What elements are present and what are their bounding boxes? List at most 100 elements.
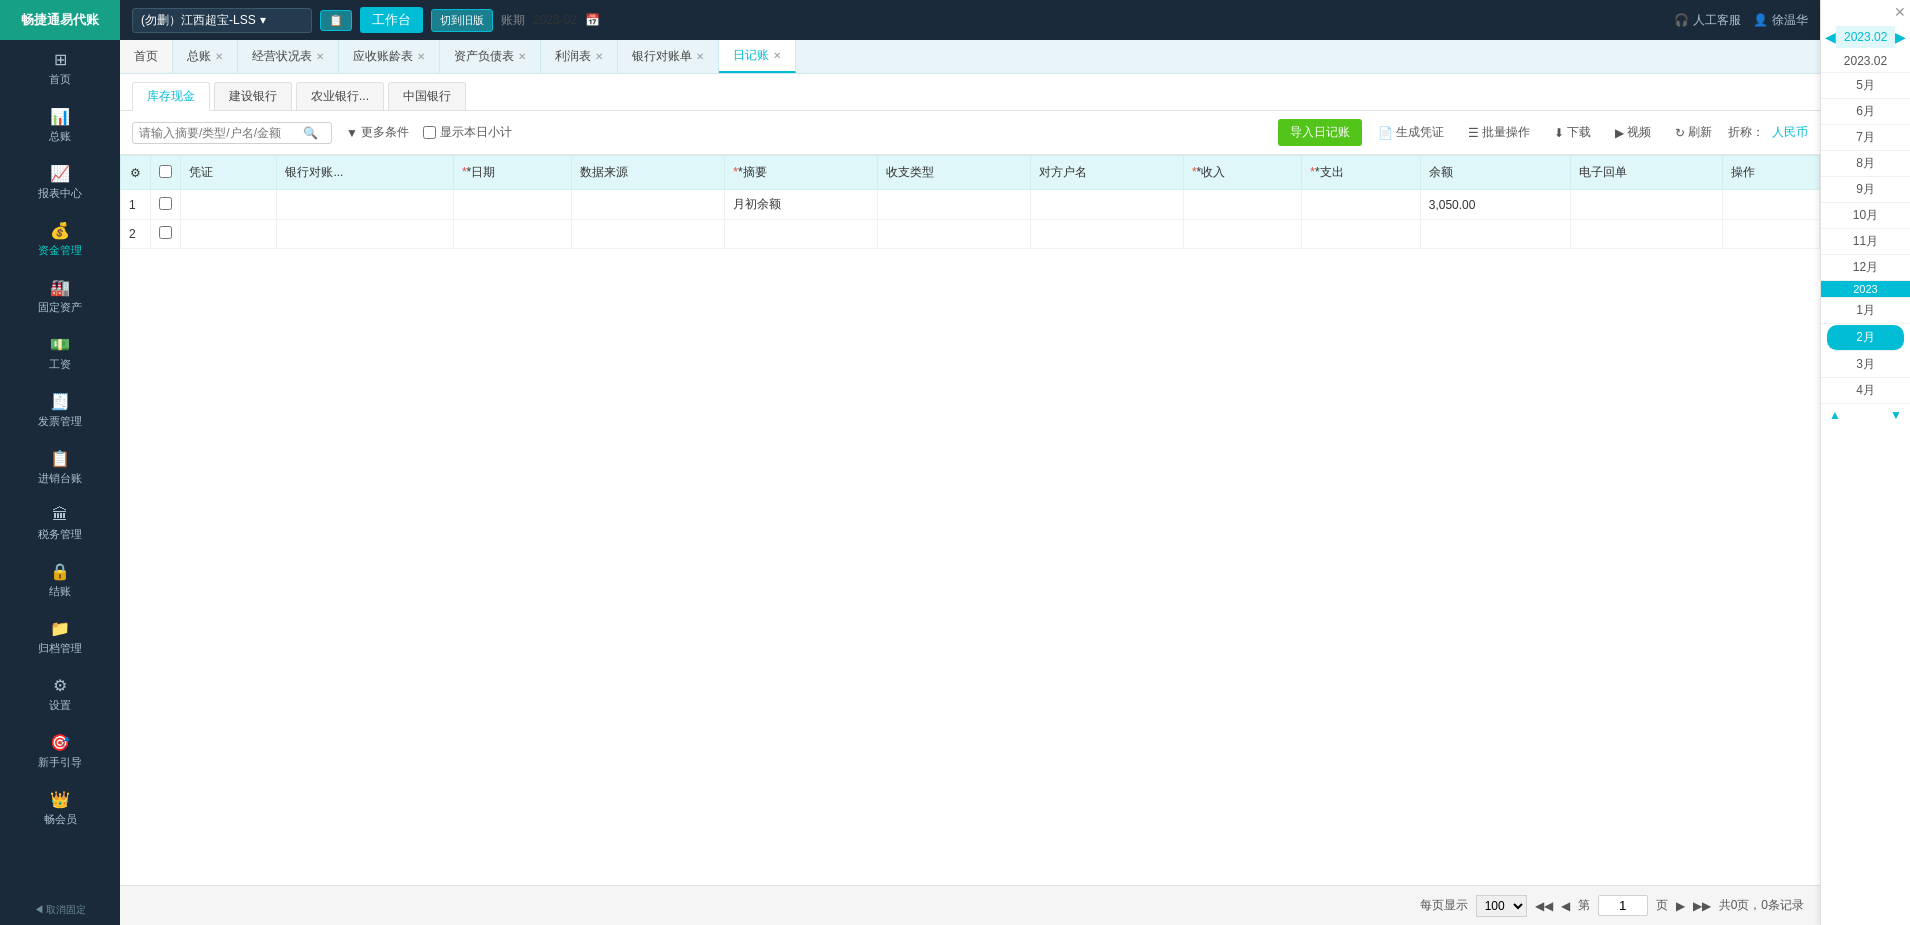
panel-up-arrow[interactable]: ▲ bbox=[1829, 408, 1841, 422]
sidebar-item-settings[interactable]: ⚙ 设置 bbox=[0, 666, 120, 723]
tab-ledger-close[interactable]: ✕ bbox=[215, 51, 223, 62]
back-to-old-btn[interactable]: 切到旧版 bbox=[431, 9, 493, 32]
month-8[interactable]: 8月 bbox=[1821, 151, 1910, 177]
panel-down-arrow[interactable]: ▼ bbox=[1890, 408, 1902, 422]
sub-tab-jianshe[interactable]: 建设银行 bbox=[214, 82, 292, 110]
month-1[interactable]: 1月 bbox=[1821, 298, 1910, 324]
download-button[interactable]: ⬇ 下载 bbox=[1546, 121, 1599, 144]
tab-assets[interactable]: 资产负债表 ✕ bbox=[440, 40, 541, 73]
sidebar-item-member[interactable]: 👑 畅会员 bbox=[0, 780, 120, 837]
month-2-active[interactable]: 2月 bbox=[1827, 325, 1904, 351]
col-checkbox[interactable] bbox=[151, 156, 181, 190]
sub-tab-cash[interactable]: 库存现金 bbox=[132, 82, 210, 111]
month-item-prev[interactable]: 2023.02 bbox=[1821, 50, 1910, 73]
row2-expense bbox=[1302, 220, 1420, 249]
tab-receivable[interactable]: 应收账龄表 ✕ bbox=[339, 40, 440, 73]
month-12[interactable]: 12月 bbox=[1821, 255, 1910, 281]
tab-ledger-label: 总账 bbox=[187, 48, 211, 65]
col-balance: 余额 bbox=[1420, 156, 1570, 190]
company-selector[interactable]: (勿删）江西超宝-LSS ▾ bbox=[132, 8, 312, 33]
sidebar-item-sales[interactable]: 📋 进销台账 bbox=[0, 439, 120, 496]
sidebar-item-tax[interactable]: 🏛 税务管理 bbox=[0, 496, 120, 552]
currency-selector[interactable]: 人民币 bbox=[1772, 124, 1808, 141]
search-input[interactable] bbox=[139, 126, 299, 140]
prev-page-btn[interactable]: ◀ bbox=[1561, 899, 1570, 913]
prev-year-btn[interactable]: ◀ bbox=[1825, 29, 1836, 45]
sidebar-item-ledger[interactable]: 📊 总账 bbox=[0, 97, 120, 154]
show-daily-toggle[interactable]: 显示本日小计 bbox=[423, 124, 512, 141]
first-page-btn[interactable]: ◀◀ bbox=[1535, 899, 1553, 913]
sidebar-item-salary[interactable]: 💵 工资 bbox=[0, 325, 120, 382]
avatar-icon: 👤 bbox=[1753, 13, 1768, 27]
sidebar-item-fixed-assets[interactable]: 🏭 固定资产 bbox=[0, 268, 120, 325]
member-icon: 👑 bbox=[50, 790, 70, 809]
sidebar-item-reports[interactable]: 📈 报表中心 bbox=[0, 154, 120, 211]
top-bar-left: (勿删）江西超宝-LSS ▾ 📋 工作台 切到旧版 账期 2023-02 📅 bbox=[132, 7, 600, 33]
search-box[interactable]: 🔍 bbox=[132, 122, 332, 144]
sidebar-item-archive[interactable]: 📁 归档管理 bbox=[0, 609, 120, 666]
row1-voucher bbox=[181, 190, 277, 220]
row1-income-type bbox=[878, 190, 1031, 220]
year-header[interactable]: 2023.02 bbox=[1836, 26, 1895, 48]
tab-profit-close[interactable]: ✕ bbox=[595, 51, 603, 62]
tab-bank-close[interactable]: ✕ bbox=[696, 51, 704, 62]
per-page-select[interactable]: 100 50 200 bbox=[1476, 895, 1527, 917]
tab-profit[interactable]: 利润表 ✕ bbox=[541, 40, 618, 73]
video-button[interactable]: ▶ 视频 bbox=[1607, 121, 1659, 144]
tab-home[interactable]: 首页 bbox=[120, 40, 173, 73]
refresh-button[interactable]: ↻ 刷新 bbox=[1667, 121, 1720, 144]
row2-num: 2 bbox=[121, 220, 151, 249]
sidebar-item-home[interactable]: ⊞ 首页 bbox=[0, 40, 120, 97]
sidebar-label-ledger: 总账 bbox=[49, 129, 71, 144]
gen-voucher-button[interactable]: 📄 生成凭证 bbox=[1370, 121, 1452, 144]
month-6[interactable]: 6月 bbox=[1821, 99, 1910, 125]
unpin-sidebar[interactable]: ◀ 取消固定 bbox=[0, 895, 120, 925]
tab-bank-statement[interactable]: 银行对账单 ✕ bbox=[618, 40, 719, 73]
customer-service[interactable]: 🎧 人工客服 bbox=[1674, 12, 1741, 29]
next-year-btn[interactable]: ▶ bbox=[1895, 29, 1906, 45]
tab-business-close[interactable]: ✕ bbox=[316, 51, 324, 62]
sub-tab-zhongguo[interactable]: 中国银行 bbox=[388, 82, 466, 110]
sidebar-item-guide[interactable]: 🎯 新手引导 bbox=[0, 723, 120, 780]
last-page-btn[interactable]: ▶▶ bbox=[1693, 899, 1711, 913]
import-journal-button[interactable]: 导入日记账 bbox=[1278, 119, 1362, 146]
tab-receivable-close[interactable]: ✕ bbox=[417, 51, 425, 62]
content-area: 库存现金 建设银行 农业银行... 中国银行 🔍 ▼ 更多条件 bbox=[120, 74, 1820, 925]
tax-icon: 🏛 bbox=[52, 506, 68, 524]
month-7[interactable]: 7月 bbox=[1821, 125, 1910, 151]
toolbar-left: 🔍 ▼ 更多条件 显示本日小计 bbox=[132, 121, 512, 144]
tab-assets-close[interactable]: ✕ bbox=[518, 51, 526, 62]
sidebar-label-member: 畅会员 bbox=[44, 812, 77, 827]
month-3[interactable]: 3月 bbox=[1821, 352, 1910, 378]
col-settings[interactable]: ⚙ bbox=[121, 156, 151, 190]
tab-journal-close[interactable]: ✕ bbox=[773, 50, 781, 61]
row1-checkbox[interactable] bbox=[151, 190, 181, 220]
customer-service-label: 人工客服 bbox=[1693, 12, 1741, 29]
month-5[interactable]: 5月 bbox=[1821, 73, 1910, 99]
select-all-checkbox[interactable] bbox=[159, 165, 172, 178]
month-10[interactable]: 10月 bbox=[1821, 203, 1910, 229]
workbench-button[interactable]: 工作台 bbox=[360, 7, 423, 33]
user-profile[interactable]: 👤 徐温华 bbox=[1753, 12, 1808, 29]
panel-close-button[interactable]: ✕ bbox=[1894, 4, 1906, 20]
month-4[interactable]: 4月 bbox=[1821, 378, 1910, 404]
sidebar-item-close[interactable]: 🔒 结账 bbox=[0, 552, 120, 609]
tab-business-status[interactable]: 经营状况表 ✕ bbox=[238, 40, 339, 73]
copy-btn[interactable]: 📋 bbox=[320, 10, 352, 31]
daily-checkbox[interactable] bbox=[423, 126, 436, 139]
next-page-btn[interactable]: ▶ bbox=[1676, 899, 1685, 913]
filter-button[interactable]: ▼ 更多条件 bbox=[340, 121, 415, 144]
date-picker-panel: ✕ ◀ 2023.02 ▶ 2023.02 5月 6月 7月 8月 9月 10月… bbox=[1820, 0, 1910, 925]
calendar-icon[interactable]: 📅 bbox=[585, 13, 600, 27]
sub-tab-nongye[interactable]: 农业银行... bbox=[296, 82, 384, 110]
sidebar-item-capital[interactable]: 💰 资金管理 bbox=[0, 211, 120, 268]
month-11[interactable]: 11月 bbox=[1821, 229, 1910, 255]
page-input[interactable] bbox=[1598, 895, 1648, 916]
tab-ledger[interactable]: 总账 ✕ bbox=[173, 40, 238, 73]
month-9[interactable]: 9月 bbox=[1821, 177, 1910, 203]
row2-checkbox[interactable] bbox=[151, 220, 181, 249]
search-icon[interactable]: 🔍 bbox=[303, 126, 318, 140]
sidebar-item-invoice[interactable]: 🧾 发票管理 bbox=[0, 382, 120, 439]
tab-journal[interactable]: 日记账 ✕ bbox=[719, 40, 796, 73]
batch-op-button[interactable]: ☰ 批量操作 bbox=[1460, 121, 1538, 144]
